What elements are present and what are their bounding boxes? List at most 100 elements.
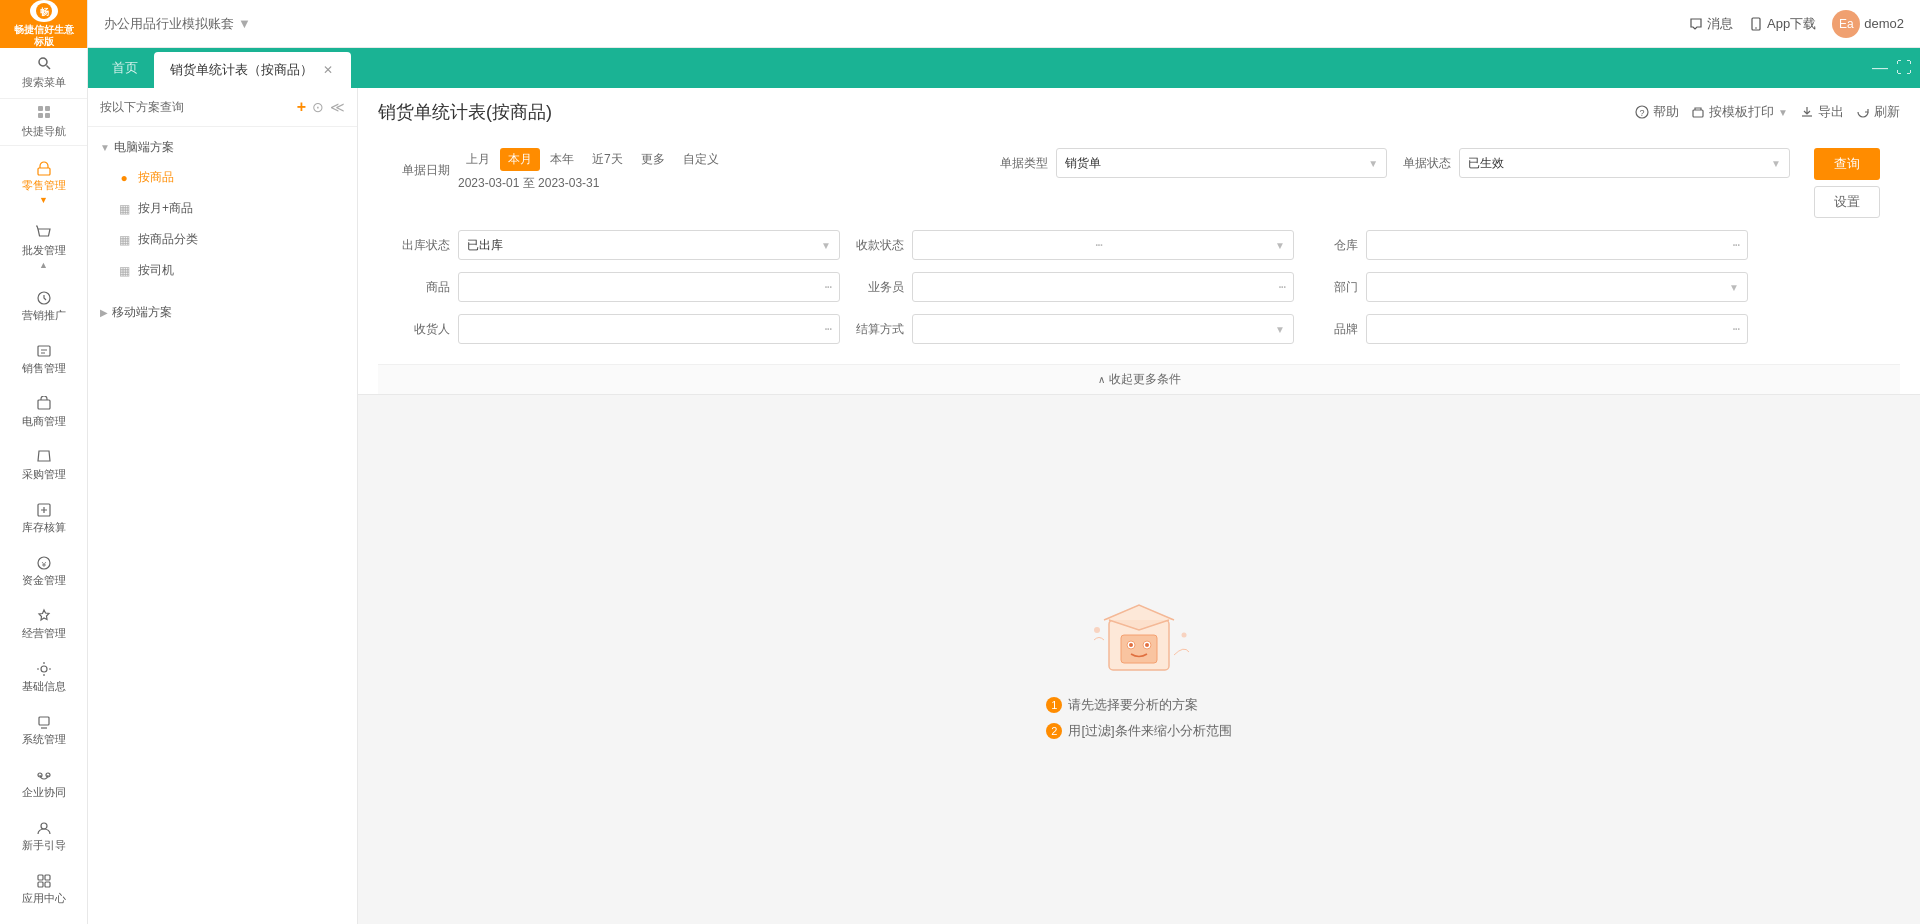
filter-doc-status: 单据状态 已生效 ▼ — [1399, 148, 1790, 178]
stock-status-label: 出库状态 — [398, 237, 450, 254]
tip-num-1: 1 — [1046, 697, 1062, 713]
query-button[interactable]: 查询 — [1814, 148, 1880, 180]
app-subtitle-label: 标版 — [34, 36, 54, 48]
sidebar-cooperation-label: 企业协同 — [22, 785, 66, 800]
sidebar-operation-label: 经营管理 — [22, 626, 66, 641]
date-tab-custom[interactable]: 自定义 — [675, 148, 727, 171]
svg-point-35 — [1094, 627, 1100, 633]
date-tab-7days[interactable]: 近7天 — [584, 148, 631, 171]
svg-rect-6 — [38, 113, 43, 118]
sidebar-item-tutorial[interactable]: 新手引导 — [0, 810, 87, 863]
sidebar-item-basic[interactable]: 基础信息 — [0, 651, 87, 704]
department-control[interactable]: ▼ — [1366, 272, 1748, 302]
export-button[interactable]: 导出 — [1800, 103, 1844, 121]
doc-status-control[interactable]: 已生效 ▼ — [1459, 148, 1790, 178]
user-profile-action[interactable]: Ea demo2 — [1832, 10, 1904, 38]
scheme-item-by-month-label: 按月+商品 — [138, 200, 193, 217]
scheme-group-pc-arrow: ▼ — [100, 142, 110, 153]
sidebar-item-wechat[interactable]: 企业微信 — [0, 916, 87, 924]
svg-rect-28 — [1693, 110, 1703, 117]
export-label: 导出 — [1818, 103, 1844, 121]
scheme-group-mobile-header[interactable]: ▶ 移动端方案 — [88, 298, 357, 327]
messages-label: 消息 — [1707, 15, 1733, 33]
sidebar-item-cooperation[interactable]: 企业协同 — [0, 757, 87, 810]
svg-rect-30 — [1121, 635, 1157, 663]
page-title-row: 销货单统计表(按商品) ? 帮助 按模板打印 ▼ — [378, 100, 1900, 124]
filter-receiver: 收货人 ··· — [398, 314, 840, 344]
tab-sales-stat[interactable]: 销货单统计表（按商品） ✕ — [154, 52, 351, 88]
sidebar-item-appstore[interactable]: 应用中心 — [0, 863, 87, 916]
date-tab-this-month[interactable]: 本月 — [500, 148, 540, 171]
filter-stock-status: 出库状态 已出库 ▼ — [398, 230, 840, 260]
receiver-control[interactable]: ··· — [458, 314, 840, 344]
sidebar: 畅 畅捷信好生意 标版 搜索菜单 快捷导航 零售管理 ▼ 批发管理 ▲ 营销推广… — [0, 0, 88, 924]
sidebar-marketing-label: 营销推广 — [22, 308, 66, 323]
tab-minimize-icon[interactable]: — — [1872, 59, 1888, 77]
scheme-item-by-month-product[interactable]: ▦ 按月+商品 — [88, 193, 357, 224]
page-actions: ? 帮助 按模板打印 ▼ 导出 — [1635, 103, 1900, 121]
date-filter-label: 单据日期 — [398, 162, 450, 179]
tab-maximize-icon[interactable]: ⛶ — [1896, 59, 1912, 77]
scheme-collapse-icon[interactable]: ≪ — [330, 99, 345, 115]
help-button[interactable]: ? 帮助 — [1635, 103, 1679, 121]
filter-warehouse: 仓库 ··· — [1306, 230, 1748, 260]
scheme-settings-icon[interactable]: ⊙ — [312, 99, 324, 115]
scheme-company-icon: ▦ — [116, 264, 132, 278]
salesperson-control[interactable]: ··· — [912, 272, 1294, 302]
doc-status-arrow-icon: ▼ — [1771, 158, 1781, 169]
sidebar-item-retail[interactable]: 零售管理 ▼ — [0, 150, 87, 215]
scheme-item-by-product-label: 按商品 — [138, 169, 174, 186]
sidebar-item-ecommerce[interactable]: 电商管理 — [0, 386, 87, 439]
collapse-label: 收起更多条件 — [1109, 371, 1181, 388]
sidebar-item-wholesale[interactable]: 批发管理 ▲ — [0, 215, 87, 280]
refresh-button[interactable]: 刷新 — [1856, 103, 1900, 121]
settlement-control[interactable]: ▼ — [912, 314, 1294, 344]
warehouse-control[interactable]: ··· — [1366, 230, 1748, 260]
scheme-item-by-product[interactable]: ● 按商品 — [88, 162, 357, 193]
empty-illustration — [1079, 580, 1199, 680]
svg-text:¥: ¥ — [40, 560, 46, 569]
scheme-item-by-category[interactable]: ▦ 按商品分类 — [88, 224, 357, 255]
sidebar-item-purchase[interactable]: 采购管理 — [0, 439, 87, 492]
date-tab-this-year[interactable]: 本年 — [542, 148, 582, 171]
date-tab-last-month[interactable]: 上月 — [458, 148, 498, 171]
sidebar-item-finance[interactable]: ¥ 资金管理 — [0, 545, 87, 598]
collapse-bar[interactable]: ∧ 收起更多条件 — [378, 364, 1900, 394]
sidebar-item-marketing[interactable]: 营销推广 — [0, 280, 87, 333]
print-button[interactable]: 按模板打印 ▼ — [1691, 103, 1788, 121]
search-label: 搜索菜单 — [4, 75, 83, 90]
filter-date: 单据日期 上月 本月 本年 近7天 更多 自定义 20 — [398, 148, 984, 192]
doc-type-label: 单据类型 — [996, 155, 1048, 172]
refresh-label: 刷新 — [1874, 103, 1900, 121]
app-download-action[interactable]: App下载 — [1749, 15, 1816, 33]
sidebar-item-inventory[interactable]: 库存核算 — [0, 492, 87, 545]
quick-nav-item[interactable]: 快捷导航 — [0, 99, 87, 146]
topbar-dropdown-icon[interactable]: ▼ — [238, 16, 251, 31]
settings-button[interactable]: 设置 — [1814, 186, 1880, 218]
sidebar-item-sales[interactable]: 销售管理 — [0, 333, 87, 386]
product-control[interactable]: ··· — [458, 272, 840, 302]
avatar: Ea — [1832, 10, 1860, 38]
tab-sales-stat-label: 销货单统计表（按商品） — [170, 61, 313, 79]
tab-close-icon[interactable]: ✕ — [321, 61, 335, 79]
payment-status-control[interactable]: ··· ▼ — [912, 230, 1294, 260]
scheme-group-pc-header[interactable]: ▼ 电脑端方案 — [88, 133, 357, 162]
topbar-title: 办公用品行业模拟账套 ▼ — [104, 15, 251, 33]
doc-status-label: 单据状态 — [1399, 155, 1451, 172]
tab-home[interactable]: 首页 — [96, 48, 154, 88]
salesperson-dots-icon: ··· — [1278, 278, 1285, 296]
brand-control[interactable]: ··· — [1366, 314, 1748, 344]
sidebar-item-operation[interactable]: 经营管理 — [0, 598, 87, 651]
search-menu-item[interactable]: 搜索菜单 — [0, 48, 87, 99]
doc-type-control[interactable]: 销货单 ▼ — [1056, 148, 1387, 178]
filter-department: 部门 ▼ — [1306, 272, 1748, 302]
scheme-item-by-company[interactable]: ▦ 按司机 — [88, 255, 357, 286]
export-icon — [1800, 105, 1814, 119]
messages-action[interactable]: 消息 — [1689, 15, 1733, 33]
scheme-panel: 按以下方案查询 + ⊙ ≪ ▼ 电脑端方案 ● 按商品 ▦ 按月 — [88, 88, 358, 924]
sidebar-item-system[interactable]: 系统管理 — [0, 704, 87, 757]
stock-status-control[interactable]: 已出库 ▼ — [458, 230, 840, 260]
scheme-add-icon[interactable]: + — [297, 98, 306, 116]
print-dropdown-icon[interactable]: ▼ — [1778, 107, 1788, 118]
date-tab-more[interactable]: 更多 — [633, 148, 673, 171]
